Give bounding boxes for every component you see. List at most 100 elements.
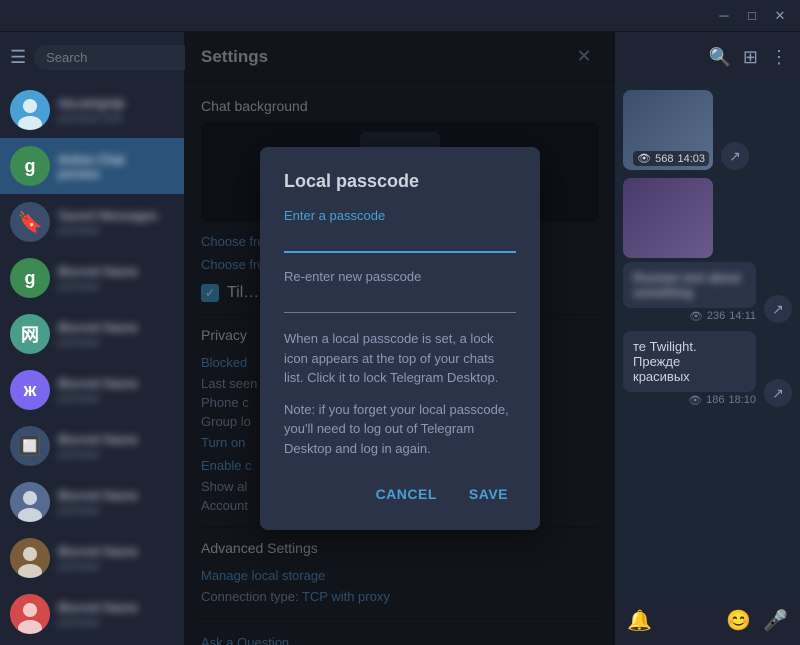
chat-info: Saved Messages preview — [58, 208, 174, 237]
chat-preview: preview — [58, 391, 174, 405]
chat-name: Blurred Name — [58, 376, 174, 391]
chat-name: Blurred Name — [58, 264, 174, 279]
list-item[interactable]: Blurred Name preview — [0, 474, 184, 530]
maximize-button[interactable]: □ — [740, 6, 764, 26]
settings-panel: Settings ✕ Chat background Choose from g… — [185, 32, 615, 645]
chat-preview: preview — [58, 447, 174, 461]
avatar — [10, 482, 50, 522]
chat-info: Blurred Name preview — [58, 544, 174, 573]
reenter-passcode-label: Re-enter new passcode — [284, 269, 516, 284]
chat-preview: preview — [58, 559, 174, 573]
message-text: Russian text about something — [623, 262, 756, 308]
chat-name: Blurred Name — [58, 544, 174, 559]
list-item[interactable]: Blurred Name preview — [0, 530, 184, 586]
sidebar: ☰ Abcdefghijk preview text g Active Chat… — [0, 32, 185, 645]
message-content: те Twilight. Преждекрасивых 👁18618:10 — [623, 331, 756, 407]
list-item[interactable]: 网 Blurred Name preview — [0, 306, 184, 362]
message-actions: ↗ — [764, 379, 792, 407]
share-button[interactable]: ↗ — [764, 295, 792, 323]
modal-overlay: Local passcode Enter a passcode Re-enter… — [185, 32, 615, 645]
emoji-icon[interactable]: 😊 — [726, 608, 751, 633]
chat-preview: preview — [58, 223, 174, 237]
message-stats: 👁 568 14:03 — [633, 151, 709, 166]
chat-info: Blurred Name preview — [58, 264, 174, 293]
list-item[interactable]: g Blurred Name preview — [0, 250, 184, 306]
enter-passcode-input[interactable] — [284, 227, 516, 253]
message-content: 👁 568 14:03 — [623, 90, 713, 170]
save-button[interactable]: SAVE — [461, 482, 516, 506]
split-view-icon[interactable]: ⊞ — [743, 47, 758, 68]
share-button[interactable]: ↗ — [721, 142, 749, 170]
chat-info: Blurred Name preview — [58, 376, 174, 405]
menu-icon[interactable]: ☰ — [10, 42, 26, 72]
message-text: те Twilight. Преждекрасивых — [623, 331, 756, 392]
more-icon[interactable]: ⋮ — [770, 47, 788, 68]
search-icon[interactable]: 🔍 — [708, 47, 730, 68]
close-button[interactable]: ✕ — [768, 6, 792, 26]
modal-actions: CANCEL SAVE — [284, 482, 516, 506]
chat-header: 🔍 ⊞ ⋮ — [615, 32, 800, 82]
list-item[interactable]: Blurred Name preview — [0, 586, 184, 642]
chat-info: Blurred Name preview — [58, 488, 174, 517]
avatar: g — [10, 146, 50, 186]
avatar — [10, 594, 50, 634]
message-meta: 👁23614:11 — [623, 310, 756, 323]
chat-name: Active Chat — [58, 152, 174, 167]
chat-info: Abcdefghijk preview text — [58, 96, 174, 125]
avatar: 网 — [10, 314, 50, 354]
chat-preview: preview — [58, 615, 174, 629]
chat-messages: 👁 568 14:03 ↗ Russian text about somethi… — [615, 82, 800, 595]
chat-name: Blurred Name — [58, 488, 174, 503]
list-item[interactable]: g Active Chat preview — [0, 138, 184, 194]
titlebar: ─ □ ✕ — [0, 0, 800, 32]
chat-preview: preview text — [58, 111, 174, 125]
chat-name: Blurred Name — [58, 432, 174, 447]
avatar — [10, 538, 50, 578]
avatar — [10, 90, 50, 130]
message-content: Russian text about something 👁23614:11 — [623, 178, 756, 323]
chat-bottom-bar: 🔔 😊 🎤 — [615, 595, 800, 645]
message-actions: ↗ — [764, 295, 792, 323]
chat-info: Blurred Name preview — [58, 600, 174, 629]
table-row: те Twilight. Преждекрасивых 👁18618:10 ↗ — [623, 331, 792, 407]
chat-preview: preview — [58, 167, 174, 181]
reenter-passcode-input[interactable] — [284, 288, 516, 313]
chat-preview: preview — [58, 279, 174, 293]
avatar: 🔲 — [10, 426, 50, 466]
message-actions: ↗ — [721, 142, 749, 170]
chat-panel: 🔍 ⊞ ⋮ 👁 568 14:03 ↗ — [615, 32, 800, 645]
bell-icon[interactable]: 🔔 — [627, 608, 652, 633]
modal-title: Local passcode — [284, 171, 516, 192]
share-button[interactable]: ↗ — [764, 379, 792, 407]
chat-name: Saved Messages — [58, 208, 174, 223]
chat-info: Blurred Name preview — [58, 432, 174, 461]
list-item[interactable]: Abcdefghijk preview text — [0, 82, 184, 138]
list-item[interactable]: ж Blurred Name preview — [0, 362, 184, 418]
table-row: Russian text about something 👁23614:11 ↗ — [623, 178, 792, 323]
message-thumbnail: 👁 568 14:03 — [623, 90, 713, 170]
chat-name: Abcdefghijk — [58, 96, 174, 111]
message-thumbnail — [623, 178, 713, 258]
avatar: 🔖 — [10, 202, 50, 242]
cancel-button[interactable]: CANCEL — [368, 482, 445, 506]
list-item[interactable]: 🔲 Blurred Name preview — [0, 418, 184, 474]
table-row: 👁 568 14:03 ↗ — [623, 90, 792, 170]
local-passcode-modal: Local passcode Enter a passcode Re-enter… — [260, 147, 540, 530]
list-item[interactable]: 🔖 Saved Messages preview — [0, 194, 184, 250]
enter-passcode-label: Enter a passcode — [284, 208, 516, 223]
sidebar-header: ☰ — [0, 32, 184, 82]
minimize-button[interactable]: ─ — [712, 6, 736, 26]
mic-icon[interactable]: 🎤 — [763, 608, 788, 633]
modal-description: When a local passcode is set, a lock ico… — [284, 329, 516, 388]
chat-list: Abcdefghijk preview text g Active Chat p… — [0, 82, 184, 645]
chat-info: Blurred Name preview — [58, 320, 174, 349]
chat-name: Blurred Name — [58, 600, 174, 615]
chat-preview: preview — [58, 503, 174, 517]
avatar: g — [10, 258, 50, 298]
chat-info: Active Chat preview — [58, 152, 174, 181]
chat-preview: preview — [58, 335, 174, 349]
modal-note: Note: if you forget your local passcode,… — [284, 400, 516, 459]
message-meta: 👁18618:10 — [623, 394, 756, 407]
avatar: ж — [10, 370, 50, 410]
chat-name: Blurred Name — [58, 320, 174, 335]
